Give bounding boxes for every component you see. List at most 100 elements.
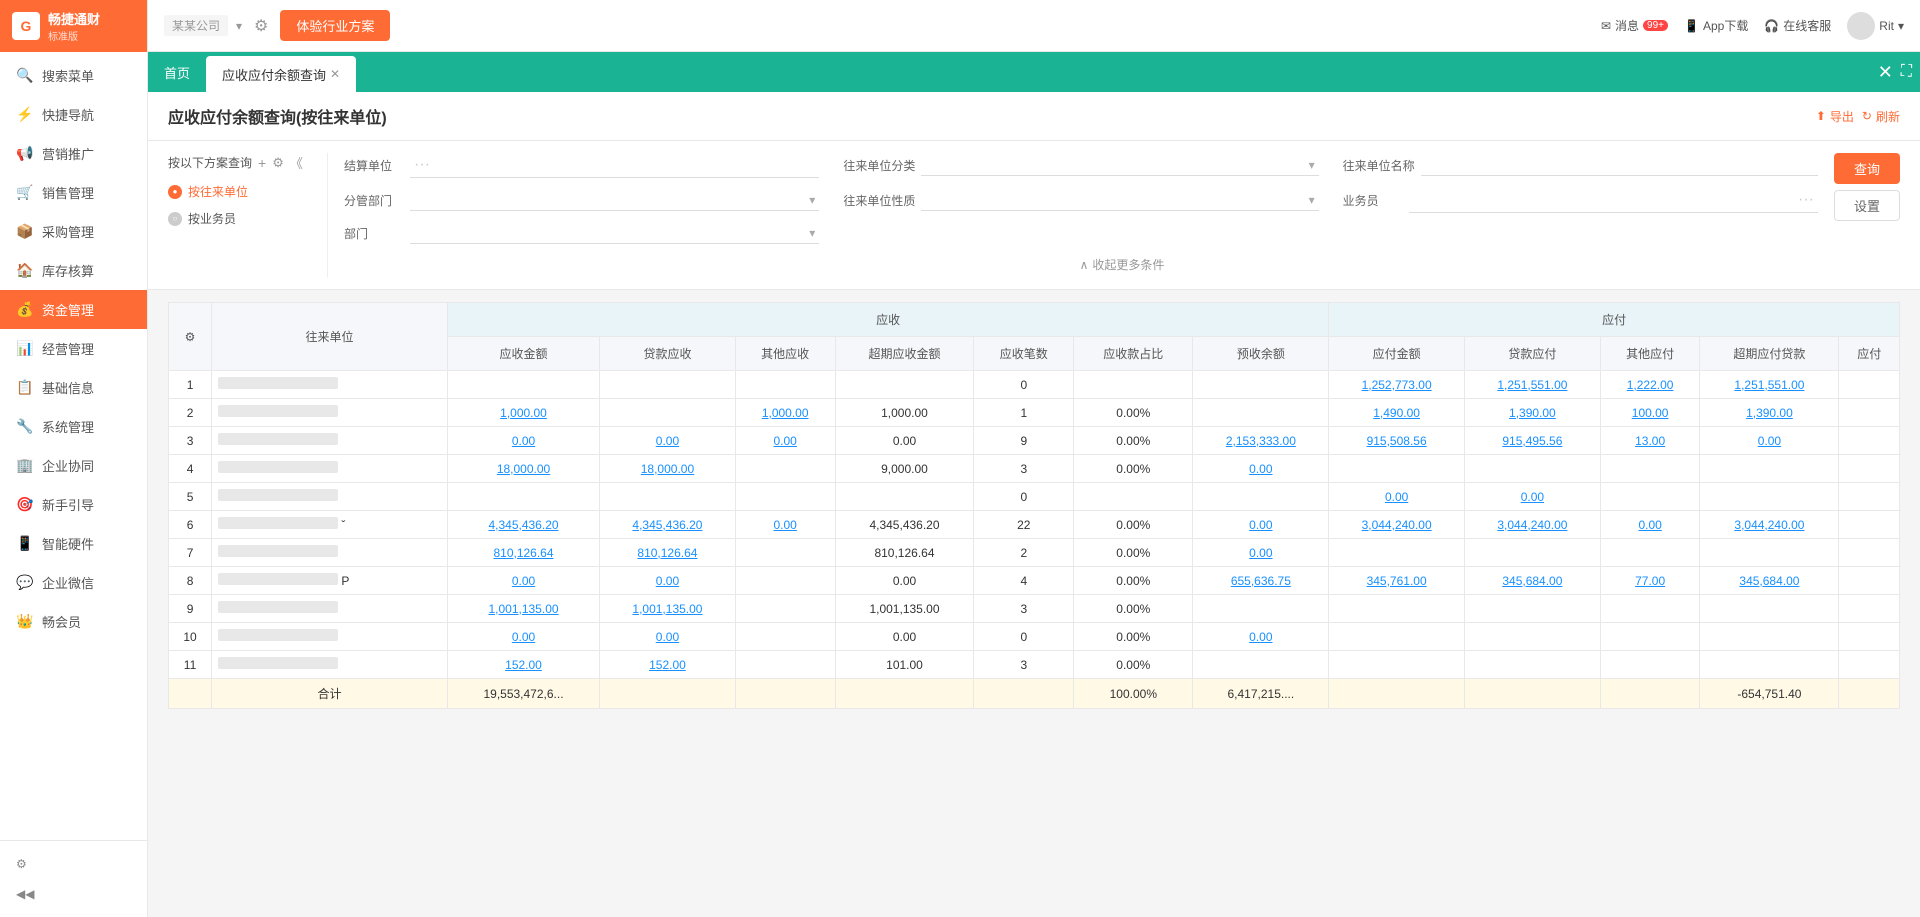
table-section: ⚙ 往来单位 应收 应付 应收金额 贷款应收 其他应收 超期应收金额 [148, 290, 1920, 721]
sidebar-item-purchase[interactable]: 📦采购管理 [0, 212, 147, 251]
sidebar-item-enterprise[interactable]: 🏢企业协同 [0, 446, 147, 485]
collapse-icon: ◀◀ [16, 887, 34, 901]
table-row: 6 ˇ 4,345,436.20 4,345,436.20 0.00 4,345… [169, 511, 1900, 539]
table-row: 3 0.00 0.00 0.00 0.00 9 0.00% 2,153,333.… [169, 427, 1900, 455]
breadcrumb-area: 某某公司 ▾ ⚙ 体验行业方案 [164, 10, 1589, 41]
tab-close-window-icon[interactable]: ✕ [1878, 62, 1893, 83]
th-recv-prepay: 预收余额 [1193, 337, 1329, 371]
th-receivable-group: 应收 [447, 303, 1328, 337]
table-row: 5 0 0.00 0.00 [169, 483, 1900, 511]
sidebar-item-quick-nav[interactable]: ⚡快捷导航 [0, 95, 147, 134]
total-row: 合计 19,553,472,6... 100.00% 6,417,215.... [169, 679, 1900, 709]
table-row: 9 1,001,135.00 1,001,135.00 1,001,135.00… [169, 595, 1900, 623]
total-recv-other [735, 679, 835, 709]
promo-button[interactable]: 体验行业方案 [280, 10, 390, 41]
message-label: 消息 [1615, 17, 1639, 34]
sidebar-item-smart-hw[interactable]: 📱智能硬件 [0, 524, 147, 563]
refresh-label: 刷新 [1876, 108, 1900, 125]
home-tab-label: 首页 [164, 63, 190, 82]
tab-bar: 首页 应收应付余额查询 ✕ ✕ ⛶ [148, 52, 1920, 92]
field-partner-nature-select[interactable]: ▾ [921, 190, 1318, 211]
sidebar-item-search-menu[interactable]: 🔍 搜索菜单 [0, 56, 147, 95]
total-pay-overdue: -654,751.40 [1700, 679, 1839, 709]
dept-arrow: ▾ [809, 193, 815, 207]
field-department-select[interactable]: ▾ [410, 223, 819, 244]
app-download-btn[interactable]: 📱 App下载 [1684, 17, 1748, 34]
online-service-btn[interactable]: 🎧 在线客服 [1764, 17, 1831, 34]
setting-button[interactable]: 设置 [1834, 190, 1900, 221]
sidebar-bottom: ⚙ ◀◀ [0, 840, 147, 917]
topbar-gear-icon[interactable]: ⚙ [250, 12, 272, 40]
sidebar-item-guide[interactable]: 🎯新手引导 [0, 485, 147, 524]
filter-scheme-label: 按以下方案查询 [168, 154, 252, 171]
field-partner-name: 往来单位名称 [1343, 153, 1818, 178]
filter-option-salesperson[interactable]: ○ 按业务员 [168, 207, 315, 230]
field-dept-select[interactable]: ▾ [410, 190, 819, 211]
tab-query[interactable]: 应收应付余额查询 ✕ [206, 56, 356, 92]
sidebar-item-sales[interactable]: 🛒销售管理 [0, 173, 147, 212]
th-recv-count: 应收笔数 [974, 337, 1074, 371]
online-service-label: 在线客服 [1783, 17, 1831, 34]
sidebar-label-wechat: 企业微信 [42, 573, 94, 592]
page-header: 应收应付余额查询(按往来单位) ⬆ 导出 ↻ 刷新 [148, 92, 1920, 141]
total-pay-amount [1329, 679, 1465, 709]
logo-edition: 标准版 [48, 28, 100, 43]
sidebar-item-system[interactable]: 🔧系统管理 [0, 407, 147, 446]
field-partner-category: 往来单位分类 ▾ [843, 153, 1318, 178]
page-content: 应收应付余额查询(按往来单位) ⬆ 导出 ↻ 刷新 [148, 92, 1920, 917]
search-menu-icon: 🔍 [16, 67, 34, 84]
page-header-actions: ⬆ 导出 ↻ 刷新 [1816, 108, 1900, 125]
sidebar-logo: G 畅捷通财 标准版 [0, 0, 147, 52]
query-button[interactable]: 查询 [1834, 153, 1900, 184]
option-partner-dot: ● [168, 185, 182, 199]
nav-down-icon[interactable]: ▾ [236, 19, 242, 33]
field-partner-name-input[interactable] [1421, 155, 1818, 176]
member-icon: 👑 [16, 613, 34, 630]
sidebar-item-finance[interactable]: 💰资金管理 [0, 290, 147, 329]
refresh-button[interactable]: ↻ 刷新 [1862, 108, 1900, 125]
field-partner-name-label: 往来单位名称 [1343, 157, 1415, 174]
sidebar-item-wechat[interactable]: 💬企业微信 [0, 563, 147, 602]
field-settlement-dots: ··· [414, 156, 430, 174]
logo-icon: G [12, 12, 40, 40]
sidebar-collapse-btn[interactable]: ◀◀ [0, 879, 147, 909]
top-actions: ✉ 消息 99+ 📱 App下载 🎧 在线客服 Rit ▾ [1601, 12, 1904, 40]
sidebar-item-member[interactable]: 👑畅会员 [0, 602, 147, 641]
option-salesperson-label: 按业务员 [188, 210, 236, 227]
table-settings-icon[interactable]: ⚙ [185, 330, 196, 344]
sidebar-label-enterprise: 企业协同 [42, 456, 94, 475]
th-recv-other: 其他应收 [735, 337, 835, 371]
sidebar-item-marketing[interactable]: 📢营销推广 [0, 134, 147, 173]
collapse-button[interactable]: ∧ 收起更多条件 [1080, 256, 1165, 273]
message-btn[interactable]: ✉ 消息 99+ [1601, 17, 1668, 34]
sidebar: G 畅捷通财 标准版 🔍 搜索菜单 ⚡快捷导航📢营销推广🛒销售管理📦采购管理🏠库存核… [0, 0, 148, 917]
filter-option-partner[interactable]: ● 按往来单位 [168, 180, 315, 203]
sidebar-settings-btn[interactable]: ⚙ [0, 849, 147, 879]
sidebar-item-base-info[interactable]: 📋基础信息 [0, 368, 147, 407]
salesperson-dots: ··· [1798, 191, 1814, 209]
filter-settings-icon[interactable]: ⚙ [272, 155, 284, 171]
tab-maximize-icon[interactable]: ⛶ [1901, 63, 1912, 81]
filter-add-icon[interactable]: + [258, 155, 266, 171]
service-icon: 🎧 [1764, 19, 1779, 33]
total-pay-tail [1839, 679, 1900, 709]
table-scroll[interactable]: ⚙ 往来单位 应收 应付 应收金额 贷款应收 其他应收 超期应收金额 [168, 302, 1900, 709]
field-partner-category-select[interactable]: ▾ [921, 155, 1318, 176]
message-icon: ✉ [1601, 19, 1611, 33]
th-settings[interactable]: ⚙ [169, 303, 212, 371]
field-salesperson-input[interactable]: ··· [1409, 188, 1818, 213]
user-btn[interactable]: Rit ▾ [1847, 12, 1904, 40]
tab-home[interactable]: 首页 [148, 52, 206, 92]
table-row: 8 P 0.00 0.00 0.00 4 0.00% 655,636.75 34… [169, 567, 1900, 595]
sidebar-item-inventory[interactable]: 🏠库存核算 [0, 251, 147, 290]
sidebar-label-operations: 经营管理 [42, 339, 94, 358]
sidebar-item-operations[interactable]: 📊经营管理 [0, 329, 147, 368]
export-button[interactable]: ⬆ 导出 [1816, 108, 1854, 125]
sidebar-label-search-menu: 搜索菜单 [42, 66, 94, 85]
field-settlement-input[interactable]: ··· [410, 153, 819, 178]
tab-close-icon[interactable]: ✕ [330, 67, 340, 81]
th-recv-ratio: 应收款占比 [1074, 337, 1193, 371]
filter-collapse-icon[interactable]: 《 [290, 153, 303, 172]
quick-nav-icon: ⚡ [16, 106, 34, 123]
th-pay-amount: 应付金额 [1329, 337, 1465, 371]
